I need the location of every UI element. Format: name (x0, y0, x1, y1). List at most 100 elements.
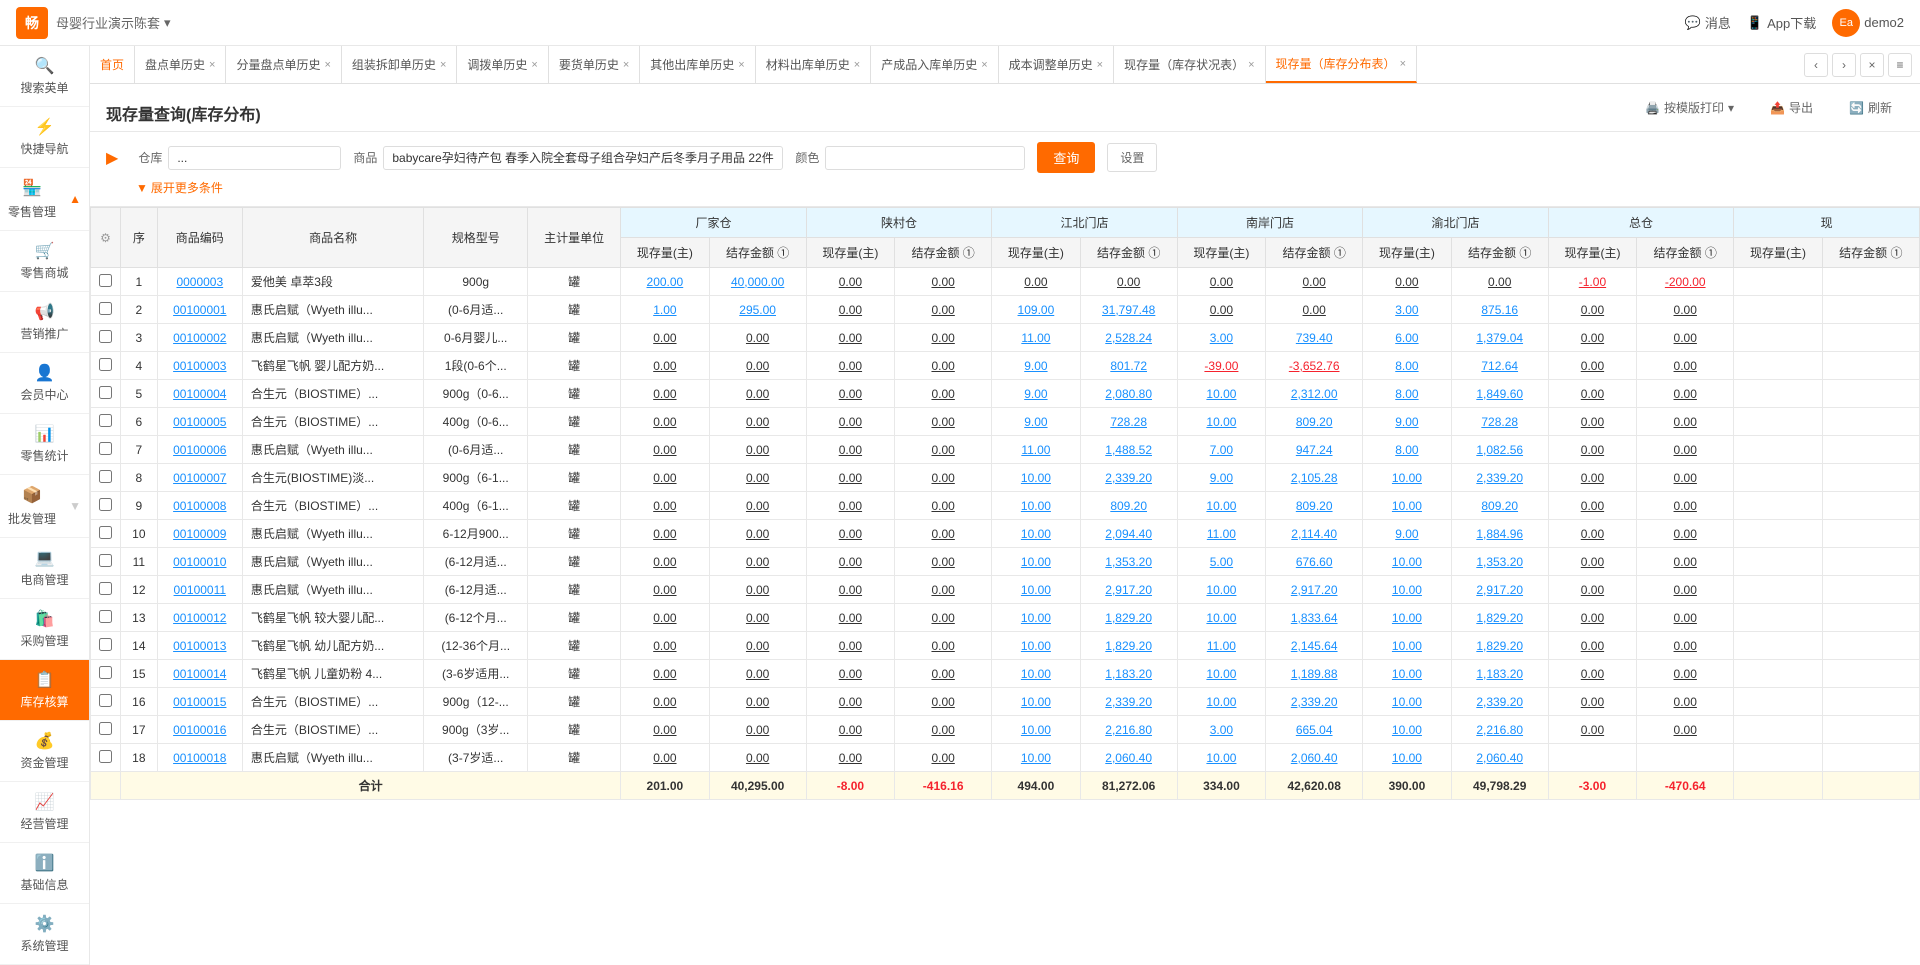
cell-jb-amt[interactable]: 1,829.20 (1080, 604, 1177, 632)
cell-ybf-amt[interactable]: 1,849.60 (1451, 380, 1548, 408)
cell-na-qty[interactable]: 0.00 (1177, 268, 1265, 296)
cell-factory-amt[interactable]: 0.00 (709, 604, 806, 632)
cell-shanc-qty[interactable]: 0.00 (806, 716, 894, 744)
cell-shanc-amt[interactable]: 0.00 (895, 548, 992, 576)
cell-jb-qty[interactable]: 10.00 (992, 548, 1080, 576)
cell-na-amt[interactable]: 0.00 (1266, 268, 1363, 296)
cell-jb-amt[interactable]: 2,917.20 (1080, 576, 1177, 604)
cell-ybf-amt[interactable]: 1,183.20 (1451, 660, 1548, 688)
cell-ybf-qty[interactable]: 10.00 (1363, 632, 1451, 660)
cell-factory-amt[interactable]: 0.00 (709, 352, 806, 380)
sidebar-item-inventory[interactable]: 📋 库存核算 (0, 660, 89, 721)
cell-jb-amt[interactable]: 1,353.20 (1080, 548, 1177, 576)
sidebar-item-retail-mgmt[interactable]: 🏪 零售管理 ▲ (0, 168, 89, 231)
cell-check[interactable] (91, 268, 121, 296)
cell-code[interactable]: 00100008 (157, 492, 242, 520)
cell-factory-qty[interactable]: 0.00 (621, 324, 709, 352)
cell-jb-qty[interactable]: 0.00 (992, 268, 1080, 296)
cell-shanc-qty[interactable]: 0.00 (806, 632, 894, 660)
cell-na-qty[interactable]: 10.00 (1177, 408, 1265, 436)
refresh-btn[interactable]: 🔄 刷新 (1837, 94, 1904, 121)
cell-na-amt[interactable]: 2,917.20 (1266, 576, 1363, 604)
tab-库存分布-close[interactable]: × (1400, 58, 1406, 70)
cell-factory-amt[interactable]: 0.00 (709, 520, 806, 548)
cell-shanc-qty[interactable]: 0.00 (806, 688, 894, 716)
cell-total-amt[interactable]: 0.00 (1637, 436, 1734, 464)
cell-code[interactable]: 0000003 (157, 268, 242, 296)
cell-check[interactable] (91, 604, 121, 632)
cell-factory-qty[interactable]: 0.00 (621, 520, 709, 548)
cell-shanc-amt[interactable]: 0.00 (895, 324, 992, 352)
sidebar-item-nav[interactable]: ⚡ 快捷导航 (0, 107, 89, 168)
cell-total-qty[interactable]: 0.00 (1548, 436, 1636, 464)
tab-home[interactable]: 首页 (90, 46, 135, 83)
cell-jb-qty[interactable]: 109.00 (992, 296, 1080, 324)
tab-stockcheck[interactable]: 盘点单历史 × (135, 46, 226, 83)
cell-total-qty[interactable]: 0.00 (1548, 632, 1636, 660)
cell-ybf-qty[interactable]: 10.00 (1363, 716, 1451, 744)
cell-jb-amt[interactable]: 1,183.20 (1080, 660, 1177, 688)
cell-total-qty[interactable]: 0.00 (1548, 716, 1636, 744)
cell-total-qty[interactable]: 0.00 (1548, 408, 1636, 436)
cell-factory-qty[interactable]: 0.00 (621, 744, 709, 772)
cell-shanc-amt[interactable]: 0.00 (895, 436, 992, 464)
cell-jb-qty[interactable]: 10.00 (992, 492, 1080, 520)
cell-check[interactable] (91, 520, 121, 548)
cell-factory-qty[interactable]: 1.00 (621, 296, 709, 324)
toggle-filter-icon[interactable]: ▶ (106, 148, 118, 168)
cell-na-qty[interactable]: 3.00 (1177, 716, 1265, 744)
cell-shanc-qty[interactable]: 0.00 (806, 576, 894, 604)
gear-icon[interactable]: ⚙ (100, 231, 111, 245)
cell-code[interactable]: 00100013 (157, 632, 242, 660)
cell-check[interactable] (91, 352, 121, 380)
cell-factory-qty[interactable]: 0.00 (621, 688, 709, 716)
cell-check[interactable] (91, 576, 121, 604)
cell-factory-amt[interactable]: 0.00 (709, 632, 806, 660)
cell-ybf-qty[interactable]: 6.00 (1363, 324, 1451, 352)
tab-产成品-close[interactable]: × (981, 59, 987, 71)
sidebar-item-members[interactable]: 👤 会员中心 (0, 353, 89, 414)
cell-na-qty[interactable]: 11.00 (1177, 632, 1265, 660)
cell-code[interactable]: 00100010 (157, 548, 242, 576)
cell-ybf-qty[interactable]: 0.00 (1363, 268, 1451, 296)
tab-产成品[interactable]: 产成品入库单历史 × (871, 46, 998, 83)
cell-ybf-qty[interactable]: 10.00 (1363, 660, 1451, 688)
tab-组装[interactable]: 组装拆卸单历史 × (342, 46, 457, 83)
cell-ybf-amt[interactable]: 2,339.20 (1451, 688, 1548, 716)
cell-factory-amt[interactable]: 295.00 (709, 296, 806, 324)
user-area[interactable]: Ea demo2 (1832, 9, 1904, 37)
cell-jb-amt[interactable]: 1,488.52 (1080, 436, 1177, 464)
cell-jb-qty[interactable]: 10.00 (992, 688, 1080, 716)
cell-total-qty[interactable]: 0.00 (1548, 660, 1636, 688)
cell-jb-qty[interactable]: 10.00 (992, 744, 1080, 772)
cell-total-amt[interactable]: 0.00 (1637, 688, 1734, 716)
tab-调拨[interactable]: 调拨单历史 × (457, 46, 548, 83)
cell-jb-amt[interactable]: 31,797.48 (1080, 296, 1177, 324)
cell-shanc-qty[interactable]: 0.00 (806, 464, 894, 492)
cell-na-qty[interactable]: 10.00 (1177, 744, 1265, 772)
cell-shanc-amt[interactable]: 0.00 (895, 352, 992, 380)
cell-ybf-qty[interactable]: 9.00 (1363, 408, 1451, 436)
cell-total-qty[interactable]: 0.00 (1548, 380, 1636, 408)
cell-ybf-amt[interactable]: 1,829.20 (1451, 632, 1548, 660)
cell-factory-amt[interactable]: 0.00 (709, 464, 806, 492)
cell-factory-amt[interactable]: 0.00 (709, 436, 806, 464)
cell-na-amt[interactable]: 2,145.64 (1266, 632, 1363, 660)
cell-jb-qty[interactable]: 11.00 (992, 324, 1080, 352)
tab-其他出库-close[interactable]: × (738, 59, 744, 71)
cell-na-amt[interactable]: 2,312.00 (1266, 380, 1363, 408)
sidebar-item-marketing[interactable]: 📢 营销推广 (0, 292, 89, 353)
cell-jb-qty[interactable]: 11.00 (992, 436, 1080, 464)
tab-分量[interactable]: 分量盘点单历史 × (226, 46, 341, 83)
cell-total-qty[interactable]: 0.00 (1548, 464, 1636, 492)
sidebar-item-ecom[interactable]: 💻 电商管理 (0, 538, 89, 599)
tabs-prev-btn[interactable]: ‹ (1804, 53, 1828, 77)
cell-total-amt[interactable]: 0.00 (1637, 380, 1734, 408)
messages-btn[interactable]: 💬 消息 (1685, 13, 1731, 32)
cell-code[interactable]: 00100018 (157, 744, 242, 772)
cell-total-qty[interactable]: -1.00 (1548, 268, 1636, 296)
cell-shanc-qty[interactable]: 0.00 (806, 744, 894, 772)
cell-jb-amt[interactable]: 728.28 (1080, 408, 1177, 436)
cell-jb-amt[interactable]: 809.20 (1080, 492, 1177, 520)
cell-ybf-amt[interactable]: 2,917.20 (1451, 576, 1548, 604)
